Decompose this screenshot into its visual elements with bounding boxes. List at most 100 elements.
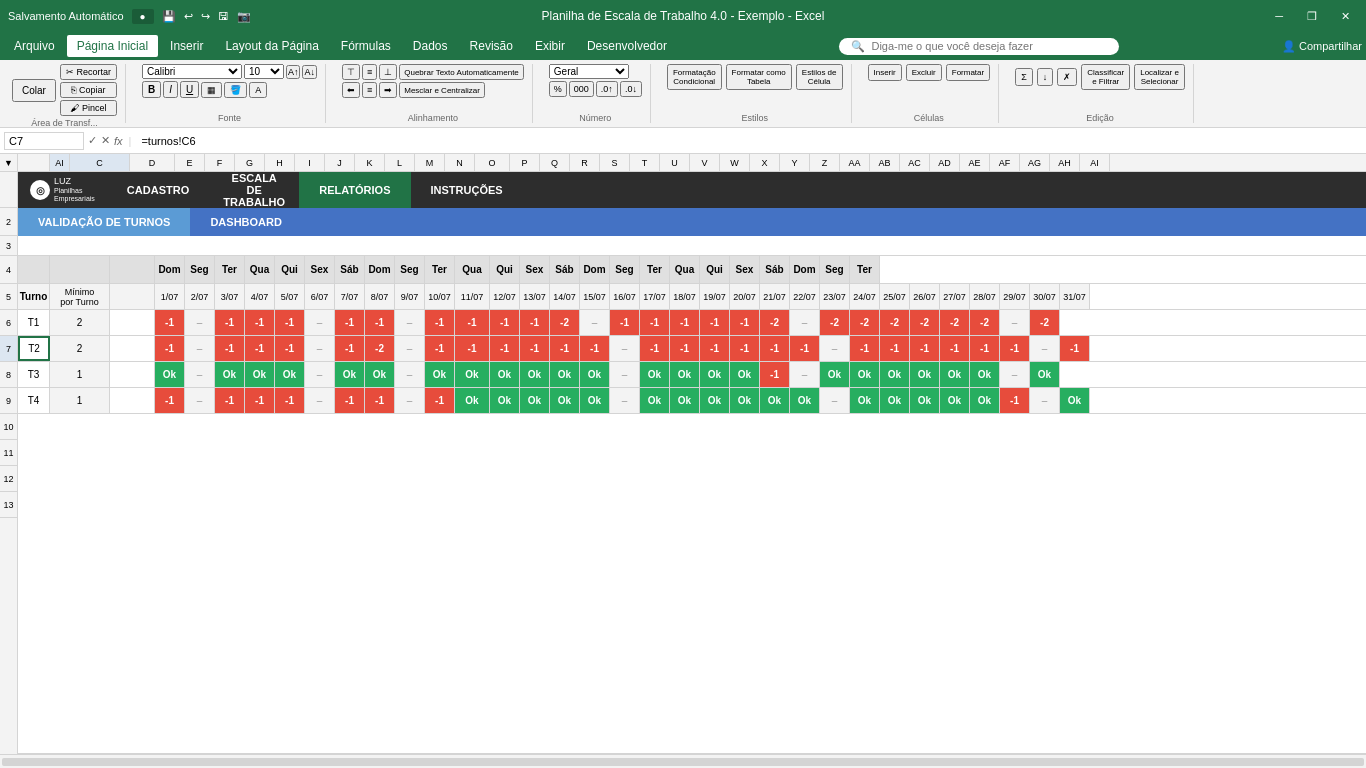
t2-d26[interactable]: -1 [910,336,940,361]
t4-d3[interactable]: -1 [215,388,245,413]
t1-name[interactable]: T1 [18,310,50,335]
t2-d19[interactable]: -1 [700,336,730,361]
menu-layout[interactable]: Layout da Página [215,35,328,57]
col-header-AF[interactable]: AF [990,154,1020,171]
t2-d21[interactable]: -1 [760,336,790,361]
col-header-G[interactable]: G [235,154,265,171]
col-header-Z[interactable]: Z [810,154,840,171]
nav-relatorios[interactable]: RELATÓRIOS [299,172,410,208]
minimize-icon[interactable]: ─ [1267,6,1291,26]
col-header-K[interactable]: K [355,154,385,171]
number-format-select[interactable]: Geral [549,64,629,79]
font-color-button[interactable]: A [249,82,267,98]
t2-d25[interactable]: -1 [880,336,910,361]
align-left-button[interactable]: ⬅ [342,82,360,98]
nav-cadastro[interactable]: CADASTRO [107,172,209,208]
t4-d1[interactable]: -1 [155,388,185,413]
t1-d1[interactable]: -1 [155,310,185,335]
clear-button[interactable]: ✗ [1057,68,1077,86]
col-header-S[interactable]: S [600,154,630,171]
format-table-button[interactable]: Formatar comoTabela [726,64,792,90]
t1-d17[interactable]: -1 [640,310,670,335]
row-header-2[interactable]: 2 [0,208,17,236]
col-header-D[interactable]: D [130,154,175,171]
t4-d21[interactable]: Ok [760,388,790,413]
t4-d26[interactable]: Ok [910,388,940,413]
t1-d9[interactable]: – [395,310,425,335]
t3-d14[interactable]: Ok [550,362,580,387]
menu-pagina-inicial[interactable]: Página Inicial [67,35,158,57]
t4-d17[interactable]: Ok [640,388,670,413]
t3-d29[interactable]: – [1000,362,1030,387]
t1-d6[interactable]: – [305,310,335,335]
t1-d23[interactable]: -2 [820,310,850,335]
t1-d20[interactable]: -1 [730,310,760,335]
row-header-9[interactable]: 9 [0,388,17,414]
menu-revisao[interactable]: Revisão [460,35,523,57]
t4-d28[interactable]: Ok [970,388,1000,413]
t3-d11[interactable]: Ok [455,362,490,387]
formula-input[interactable] [137,133,1362,149]
copy-button[interactable]: ⎘ Copiar [60,82,117,98]
t2-d12[interactable]: -1 [490,336,520,361]
increase-font-button[interactable]: A↑ [286,65,301,79]
t4-d27[interactable]: Ok [940,388,970,413]
t2-d4[interactable]: -1 [245,336,275,361]
t3-d3[interactable]: Ok [215,362,245,387]
row-header-12[interactable]: 12 [0,466,17,492]
t3-d2[interactable]: – [185,362,215,387]
col-header-X[interactable]: X [750,154,780,171]
italic-button[interactable]: I [163,81,178,98]
t2-d29[interactable]: -1 [1000,336,1030,361]
t4-d9[interactable]: – [395,388,425,413]
t4-d23[interactable]: – [820,388,850,413]
t1-d30[interactable]: -2 [1030,310,1060,335]
t1-d7[interactable]: -1 [335,310,365,335]
redo-icon[interactable]: ↪ [201,10,210,23]
t4-d15[interactable]: Ok [580,388,610,413]
col-header-Y[interactable]: Y [780,154,810,171]
t1-d29[interactable]: – [1000,310,1030,335]
align-center-button[interactable]: ≡ [362,82,377,98]
col-header-O[interactable]: O [475,154,510,171]
t3-d4[interactable]: Ok [245,362,275,387]
col-header-C[interactable]: C [70,154,130,171]
fill-color-button[interactable]: 🪣 [224,82,247,98]
t3-d19[interactable]: Ok [700,362,730,387]
format-painter-button[interactable]: 🖌 Pincel [60,100,117,116]
delete-cell-button[interactable]: Excluir [906,64,942,81]
t2-d5[interactable]: -1 [275,336,305,361]
col-header-AE[interactable]: AE [960,154,990,171]
t3-d5[interactable]: Ok [275,362,305,387]
t2-d22[interactable]: -1 [790,336,820,361]
t1-d3[interactable]: -1 [215,310,245,335]
t3-d15[interactable]: Ok [580,362,610,387]
t2-d31[interactable]: -1 [1060,336,1090,361]
t4-d4[interactable]: -1 [245,388,275,413]
menu-exibir[interactable]: Exibir [525,35,575,57]
decrease-font-button[interactable]: A↓ [302,65,317,79]
t1-d18[interactable]: -1 [670,310,700,335]
row-header-13[interactable]: 13 [0,492,17,518]
decrease-decimal-button[interactable]: .0↓ [620,81,642,97]
t4-d14[interactable]: Ok [550,388,580,413]
subnav-validacao[interactable]: VALIDAÇÃO DE TURNOS [18,208,190,236]
t3-d7[interactable]: Ok [335,362,365,387]
t1-d11[interactable]: -1 [455,310,490,335]
save-disk-icon[interactable]: 🖫 [218,10,229,22]
col-header-AC[interactable]: AC [900,154,930,171]
row-header-1[interactable] [0,172,17,208]
row-header-11[interactable]: 11 [0,440,17,466]
col-header-AB[interactable]: AB [870,154,900,171]
close-icon[interactable]: ✕ [1333,6,1358,27]
t1-d12[interactable]: -1 [490,310,520,335]
t2-d11[interactable]: -1 [455,336,490,361]
t3-d10[interactable]: Ok [425,362,455,387]
format-cell-button[interactable]: Formatar [946,64,990,81]
t3-d18[interactable]: Ok [670,362,700,387]
t3-d28[interactable]: Ok [970,362,1000,387]
row-header-6[interactable]: 6 [0,310,17,336]
t3-d8[interactable]: Ok [365,362,395,387]
t4-d8[interactable]: -1 [365,388,395,413]
nav-instrucoes[interactable]: INSTRUÇÕES [411,172,523,208]
